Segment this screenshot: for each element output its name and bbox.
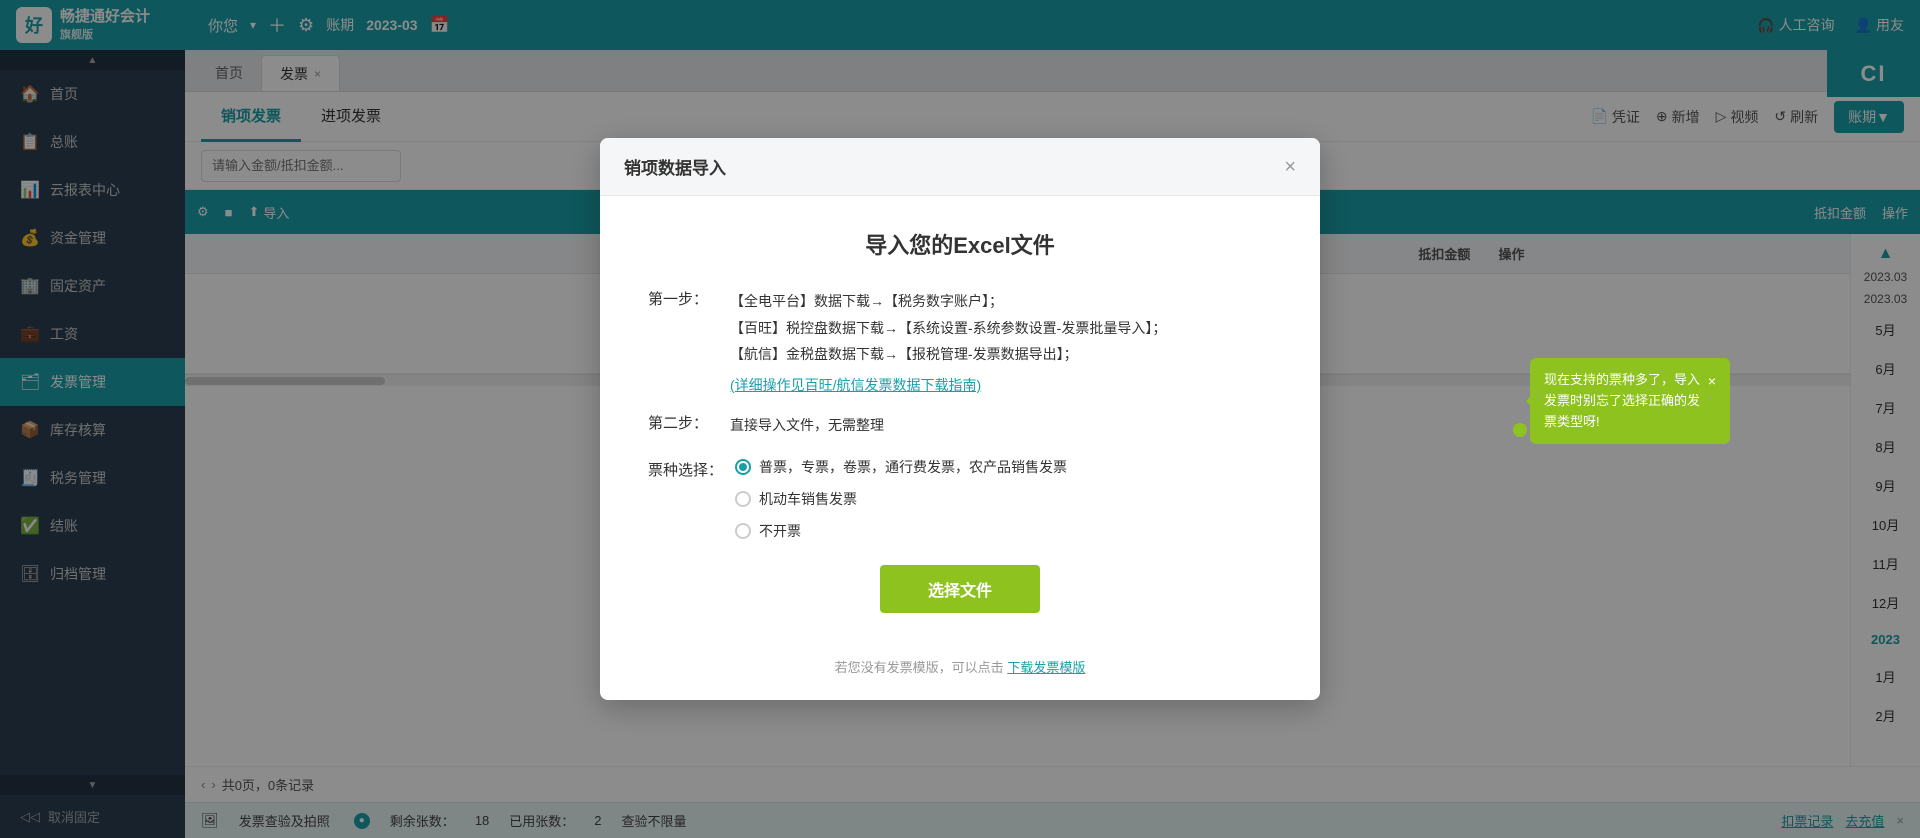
ticket-option-0[interactable]: 普票，专票，卷票，通行费发票，农产品销售发票: [735, 457, 1067, 477]
ticket-label-2: 不开票: [759, 521, 801, 541]
ticket-option-2[interactable]: 不开票: [735, 521, 1067, 541]
tooltip-close-button[interactable]: ×: [1708, 370, 1716, 392]
step2-row: 第二步： 直接导入文件，无需整理: [648, 412, 1272, 439]
step1-row: 第一步： 【全电平台】数据下载→【税务数字账户】； 【百旺】税控盘数据下载→【系…: [648, 288, 1272, 398]
modal-body: 导入您的Excel文件 第一步： 【全电平台】数据下载→【税务数字账户】； 【百…: [600, 196, 1320, 641]
step1-content: 【全电平台】数据下载→【税务数字账户】； 【百旺】税控盘数据下载→【系统设置-系…: [730, 288, 1166, 398]
ticket-option-1[interactable]: 机动车销售发票: [735, 489, 1067, 509]
modal-main-title: 导入您的Excel文件: [648, 228, 1272, 260]
step2-label: 第二步：: [648, 412, 718, 439]
import-modal: 销项数据导入 × 导入您的Excel文件 第一步： 【全电平台】数据下载→【税务…: [600, 138, 1320, 700]
ticket-label-0: 普票，专票，卷票，通行费发票，农产品销售发票: [759, 457, 1067, 477]
tooltip-connector: [1510, 420, 1530, 443]
step1-line3: 【航信】金税盘数据下载→【报税管理-发票数据导出】；: [730, 341, 1166, 368]
step1-line2: 【百旺】税控盘数据下载→【系统设置-系统参数设置-发票批量导入】；: [730, 315, 1166, 342]
step1-label: 第一步：: [648, 288, 718, 398]
step1-line1: 【全电平台】数据下载→【税务数字账户】；: [730, 288, 1166, 315]
modal-title: 销项数据导入: [624, 154, 726, 179]
radio-btn-0[interactable]: [735, 459, 751, 475]
modal-close-button[interactable]: ×: [1284, 157, 1296, 177]
radio-btn-2[interactable]: [735, 523, 751, 539]
ticket-label-1: 机动车销售发票: [759, 489, 857, 509]
modal-header: 销项数据导入 ×: [600, 138, 1320, 196]
tooltip-bubble: × 现在支持的票种多了，导入发票时别忘了选择正确的发票类型呀!: [1530, 358, 1730, 444]
modal-footer: 若您没有发票模版，可以点击 下载发票模版: [600, 641, 1320, 700]
radio-btn-1[interactable]: [735, 491, 751, 507]
select-file-button[interactable]: 选择文件: [880, 565, 1040, 613]
tooltip-text: 现在支持的票种多了，导入发票时别忘了选择正确的发票类型呀!: [1544, 372, 1700, 429]
radio-dot-0: [739, 463, 747, 471]
ticket-label: 票种选择：: [648, 457, 723, 480]
ticket-type-row: 票种选择： 普票，专票，卷票，通行费发票，农产品销售发票 机动车销售发票: [648, 457, 1272, 541]
footer-text: 若您没有发票模版，可以点击: [835, 660, 1004, 675]
step2-content: 直接导入文件，无需整理: [730, 412, 884, 439]
modal-overlay[interactable]: × 现在支持的票种多了，导入发票时别忘了选择正确的发票类型呀! 销项数据导入 ×…: [0, 0, 1920, 838]
download-template-link[interactable]: 下载发票模版: [1007, 660, 1085, 675]
step1-guide-link[interactable]: (详细操作见百旺/航信发票数据下载指南): [730, 377, 981, 393]
ticket-options: 普票，专票，卷票，通行费发票，农产品销售发票 机动车销售发票 不开票: [735, 457, 1067, 541]
